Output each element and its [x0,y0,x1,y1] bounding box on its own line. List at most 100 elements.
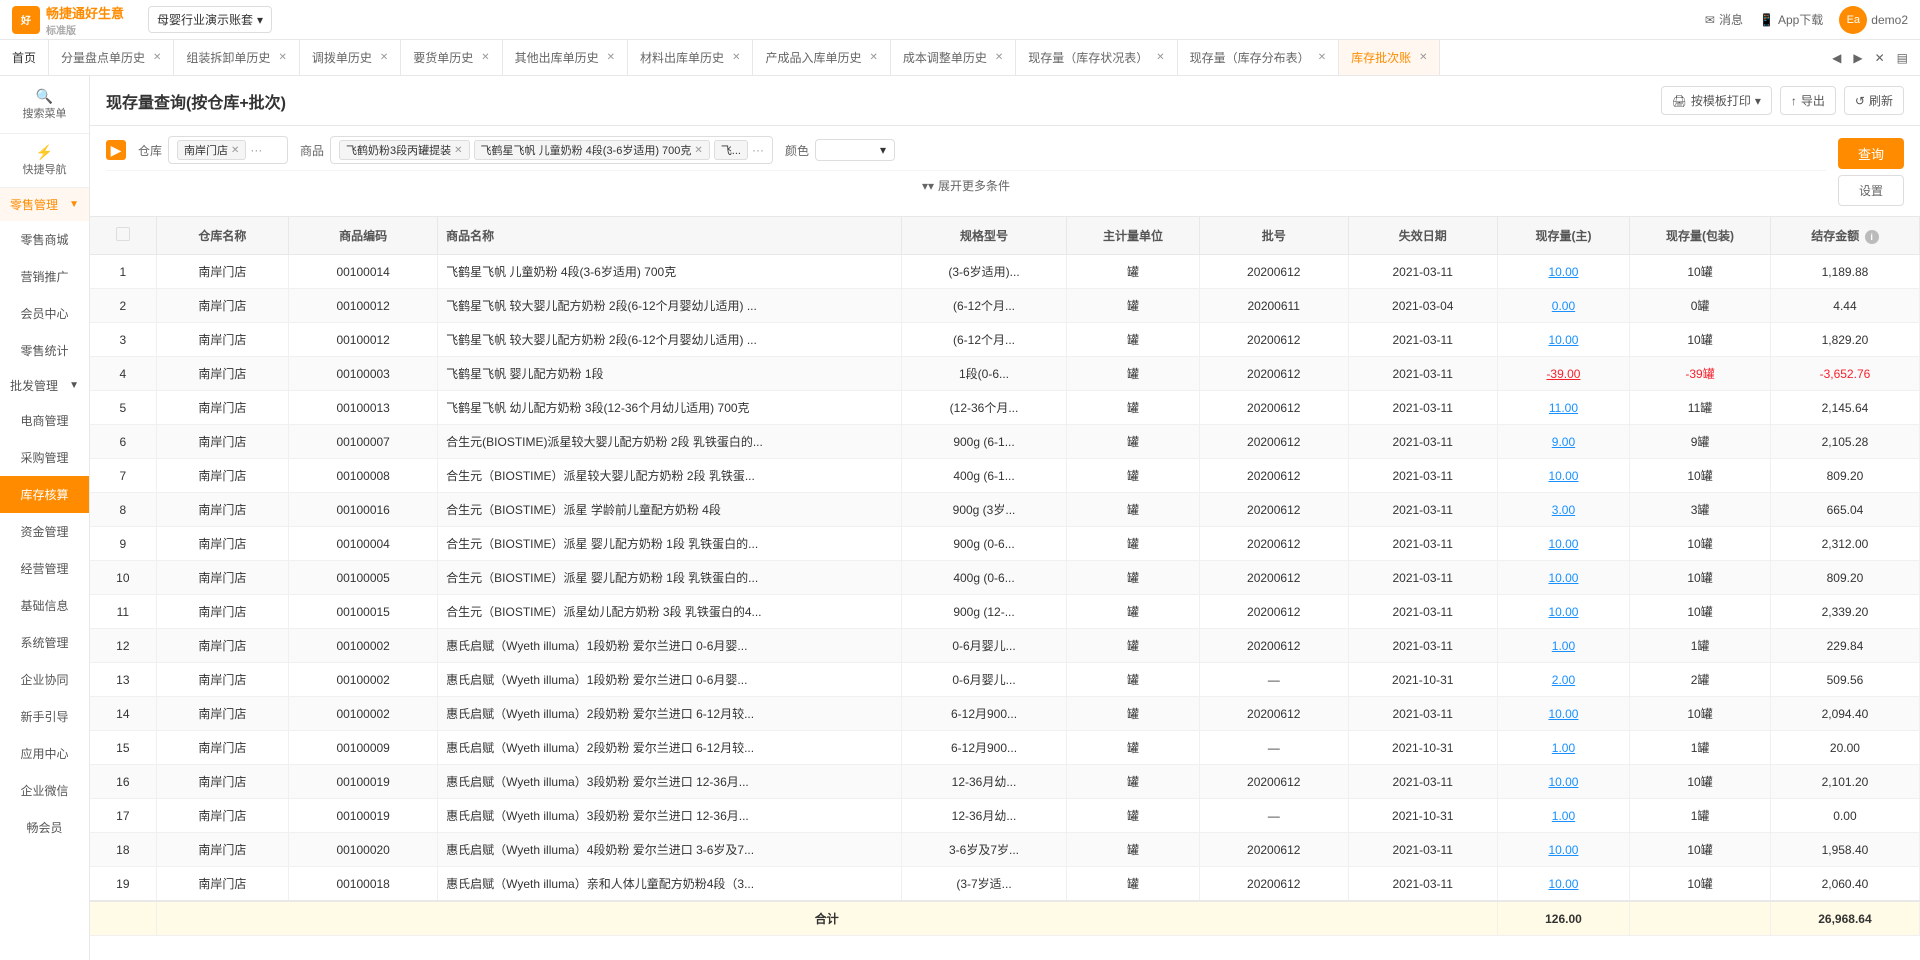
qty-link[interactable]: 10.00 [1548,265,1578,279]
sidebar-item-purchase[interactable]: 采购管理 [0,439,89,476]
close-icon[interactable]: ✕ [278,52,286,63]
nav-menu-icon[interactable]: ▤ [1893,49,1912,67]
close-icon[interactable]: ✕ [153,52,161,63]
tab-assemble[interactable]: 组装拆卸单历史 ✕ [174,40,299,76]
qty-link[interactable]: 0.00 [1552,299,1575,313]
sidebar-item-guide[interactable]: 新手引导 [0,698,89,735]
cell-batch: 20200612 [1199,867,1348,902]
sidebar-item-retail-stats[interactable]: 零售统计 [0,332,89,369]
sidebar-item-app-center[interactable]: 应用中心 [0,735,89,772]
cell-spec: 1段(0-6... [901,357,1067,391]
sidebar-item-retail-mgmt[interactable]: 零售管理 ▼ [0,188,89,221]
expand-more-btn[interactable]: ▾▾ 展开更多条件 [106,170,1826,200]
qty-link[interactable]: 10.00 [1548,775,1578,789]
expand-filter-btn[interactable]: ▶ [106,140,126,160]
sidebar-item-business[interactable]: 经营管理 [0,550,89,587]
sidebar-item-member[interactable]: 会员中心 [0,295,89,332]
chevron-down-icon: ▼ [69,199,79,210]
sidebar-item-wholesale[interactable]: 批发管理 ▼ [0,369,89,402]
tab-inventory-check[interactable]: 分量盘点单历史 ✕ [49,40,174,76]
qty-link[interactable]: 1.00 [1552,809,1575,823]
remove-product1-icon[interactable]: ✕ [454,145,462,156]
warehouse-more-icon[interactable]: ··· [250,143,262,157]
close-icon[interactable]: ✕ [607,52,615,63]
sidebar-item-system[interactable]: 系统管理 [0,624,89,661]
cell-expire: 2021-03-11 [1348,697,1497,731]
qty-link[interactable]: 1.00 [1552,639,1575,653]
qty-link[interactable]: 10.00 [1548,843,1578,857]
close-icon[interactable]: ✕ [1419,52,1427,63]
nav-close-icon[interactable]: ✕ [1871,49,1889,67]
qty-link[interactable]: 2.00 [1552,673,1575,687]
query-btn[interactable]: 查询 [1838,138,1904,169]
message-btn[interactable]: ✉ 消息 [1705,11,1743,28]
cell-batch: 20200612 [1199,629,1348,663]
cell-expire: 2021-03-11 [1348,357,1497,391]
qty-link[interactable]: 10.00 [1548,333,1578,347]
product-tag-box[interactable]: 飞鹤奶粉3段丙罐提装 ✕ 飞鹤星飞帆 儿童奶粉 4段(3-6岁适用) 700克 … [330,136,773,164]
tab-other-out[interactable]: 其他出库单历史 ✕ [503,40,628,76]
qty-link[interactable]: 10.00 [1548,571,1578,585]
sidebar-item-wechat[interactable]: 企业微信 [0,772,89,809]
tab-transfer[interactable]: 调拨单历史 ✕ [300,40,401,76]
qty-link[interactable]: 10.00 [1548,605,1578,619]
template-print-btn[interactable]: 🖨 按模板打印 ▾ [1661,86,1772,115]
qty-link[interactable]: 1.00 [1552,741,1575,755]
user-avatar[interactable]: Ea demo2 [1839,6,1908,34]
remove-warehouse-icon[interactable]: ✕ [231,145,239,156]
table-row: 19 南岸门店 00100018 惠氏启赋（Wyeth illuma）亲和人体儿… [90,867,1920,902]
balance-info-icon[interactable]: i [1865,230,1879,244]
tab-purchase-order[interactable]: 要货单历史 ✕ [401,40,502,76]
sidebar-item-marketing[interactable]: 营销推广 [0,258,89,295]
qty-link[interactable]: 10.00 [1548,707,1578,721]
warehouse-tag-box[interactable]: 南岸门店 ✕ ··· [168,136,288,164]
sidebar-item-retail-shop[interactable]: 零售商城 [0,221,89,258]
close-icon[interactable]: ✕ [995,52,1003,63]
nav-left-arrow[interactable]: ◀ [1828,49,1845,67]
quick-nav-btn[interactable]: ⚡ 快捷导航 [0,138,89,183]
search-menu-btn[interactable]: 🔍 搜索菜单 [6,84,83,125]
nav-right-arrow[interactable]: ▶ [1849,49,1866,67]
qty-link[interactable]: 9.00 [1552,435,1575,449]
cell-spec: 6-12月900... [901,697,1067,731]
qty-link[interactable]: 10.00 [1548,537,1578,551]
export-btn[interactable]: ↑ 导出 [1780,86,1836,115]
account-dropdown[interactable]: 母婴行业演示账套 ▾ [148,6,272,33]
close-icon[interactable]: ✕ [1318,52,1326,63]
qty-link[interactable]: 10.00 [1548,877,1578,891]
settings-btn[interactable]: 设置 [1838,175,1904,206]
tab-cost-adjust[interactable]: 成本调整单历史 ✕ [891,40,1016,76]
th-batch: 批号 [1199,217,1348,255]
tab-batch-account[interactable]: 库存批次账 ✕ [1339,40,1440,76]
close-icon[interactable]: ✕ [869,52,877,63]
close-icon[interactable]: ✕ [1156,52,1164,63]
product-more-icon[interactable]: ··· [752,143,764,157]
sidebar-item-enterprise[interactable]: 企业协同 [0,661,89,698]
select-all-checkbox[interactable] [116,227,130,241]
tab-stock-status[interactable]: 现存量（库存状况表） ✕ [1016,40,1177,76]
sidebar-item-ecommerce[interactable]: 电商管理 [0,402,89,439]
qty-link[interactable]: 11.00 [1549,401,1578,415]
close-icon[interactable]: ✕ [380,52,388,63]
cell-expire: 2021-03-04 [1348,289,1497,323]
sidebar-item-finance[interactable]: 资金管理 [0,513,89,550]
color-filter-box[interactable]: ▾ [815,139,895,161]
cell-seq: 17 [90,799,156,833]
table-row: 9 南岸门店 00100004 合生元（BIOSTIME）派星 婴儿配方奶粉 1… [90,527,1920,561]
sidebar-item-inventory[interactable]: 库存核算 [0,476,89,513]
qty-link[interactable]: 10.00 [1548,469,1578,483]
sidebar-item-member-card[interactable]: 畅会员 [0,809,89,846]
sidebar-item-basic-info[interactable]: 基础信息 [0,587,89,624]
remove-product2-icon[interactable]: ✕ [694,145,702,156]
qty-link[interactable]: -39.00 [1546,367,1580,381]
tab-material-out[interactable]: 材料出库单历史 ✕ [628,40,753,76]
close-icon[interactable]: ✕ [481,52,489,63]
cell-qty: 2.00 [1497,663,1629,697]
refresh-btn[interactable]: ↺ 刷新 [1844,86,1904,115]
tab-home[interactable]: 首页 [0,40,49,76]
tab-stock-dist[interactable]: 现存量（库存分布表） ✕ [1178,40,1339,76]
tab-product-in[interactable]: 产成品入库单历史 ✕ [753,40,890,76]
close-icon[interactable]: ✕ [732,52,740,63]
qty-link[interactable]: 3.00 [1552,503,1575,517]
app-download-btn[interactable]: 📱 App下载 [1759,11,1823,28]
